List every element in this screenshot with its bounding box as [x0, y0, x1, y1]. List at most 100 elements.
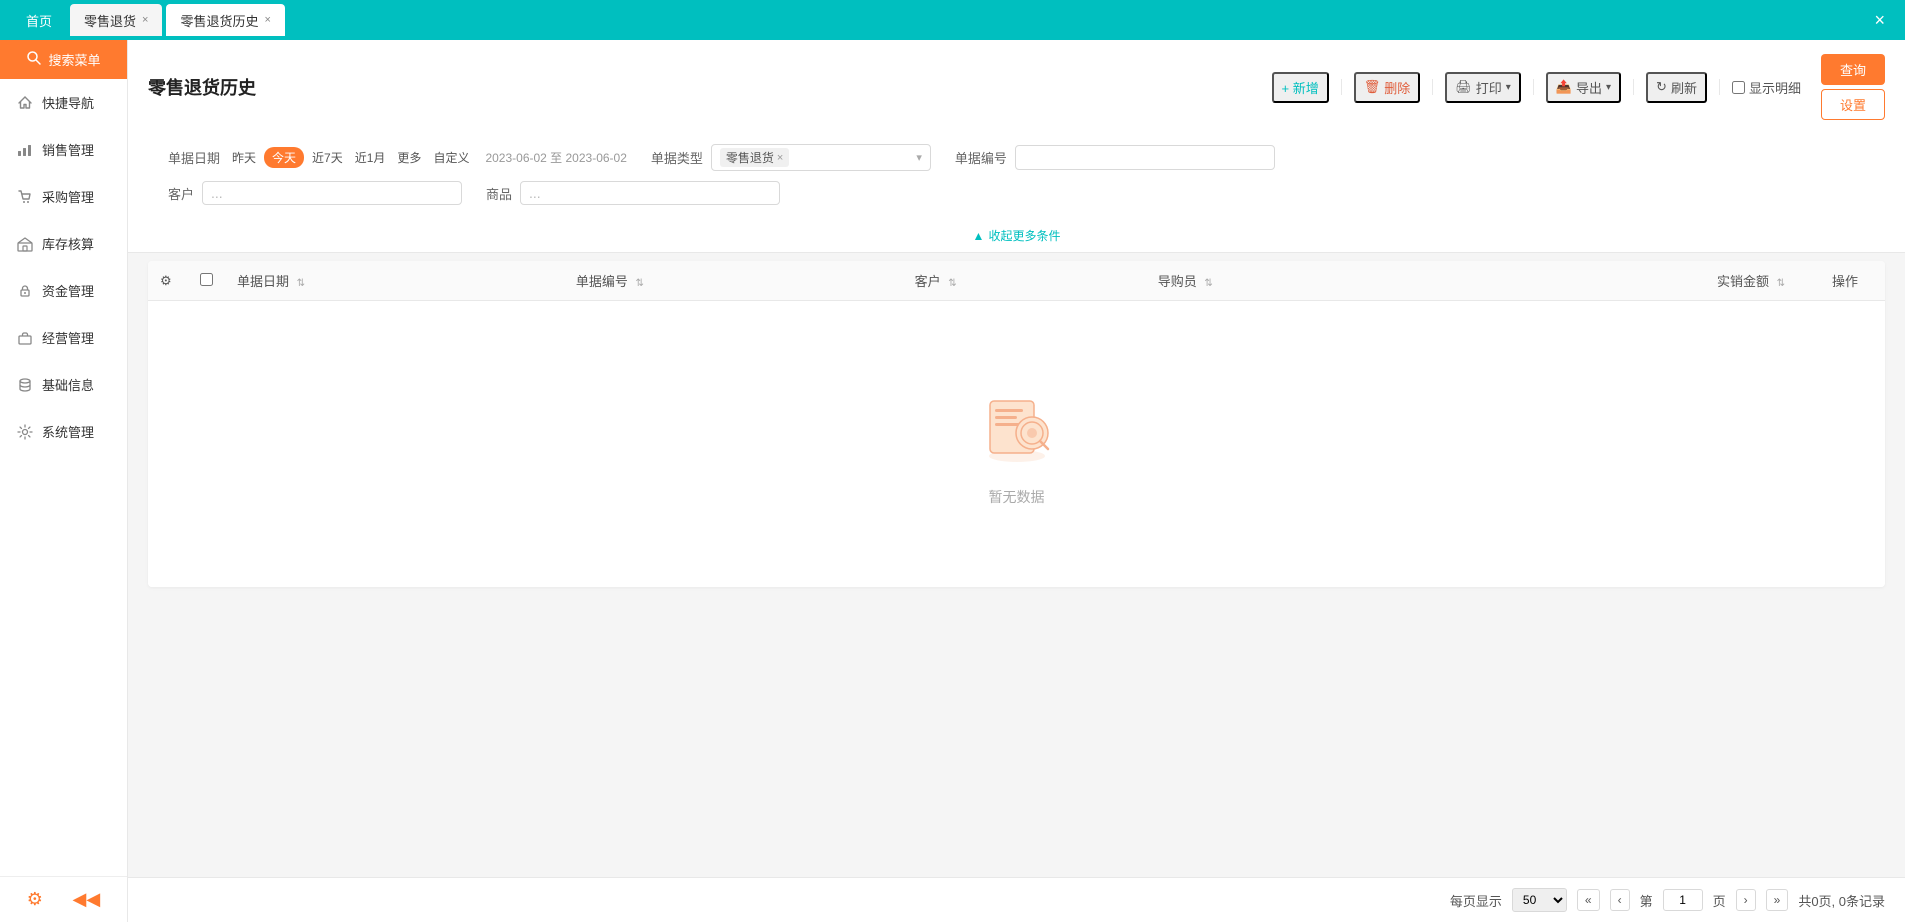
- page-label: 第: [1640, 891, 1653, 910]
- sidebar-item-basic-info-label: 基础信息: [42, 375, 94, 394]
- empty-state: 暂无数据: [148, 301, 1885, 587]
- filter-area: 单据日期 昨天 今天 近7天 近1月 更多 自定义 2023-06-02 至 2…: [148, 132, 1885, 223]
- query-button[interactable]: 查询: [1821, 54, 1885, 85]
- new-button[interactable]: + 新增: [1272, 72, 1329, 103]
- collapse-button[interactable]: ▲ 收起更多条件: [973, 227, 1061, 244]
- prev-page-btn[interactable]: ‹: [1610, 889, 1630, 911]
- tab-home-label: 首页: [26, 11, 52, 30]
- th-guide-sort-icon: ⇅: [1204, 278, 1212, 289]
- page-input[interactable]: [1663, 889, 1703, 911]
- customer-select[interactable]: ...: [202, 181, 462, 205]
- page-title: 零售退货历史: [148, 74, 256, 100]
- th-action: 操作: [1805, 261, 1885, 301]
- tab-retail-return-history[interactable]: 零售退货历史 ×: [166, 4, 284, 36]
- show-detail-text: 显示明细: [1749, 78, 1801, 97]
- empty-text: 暂无数据: [989, 487, 1045, 507]
- empty-state-row: 暂无数据: [148, 301, 1885, 588]
- th-number-label: 单据编号: [576, 274, 628, 289]
- th-amount-sort-icon: ⇅: [1777, 278, 1785, 289]
- th-guide[interactable]: 导购员 ⇅: [1146, 261, 1437, 301]
- table-wrapper: ⚙ 单据日期 ⇅ 单据编号 ⇅: [128, 253, 1905, 877]
- date-btn-7days[interactable]: 近7天: [308, 147, 347, 168]
- window-close-btn[interactable]: ×: [1866, 6, 1893, 35]
- per-page-select[interactable]: 50 10 20 100: [1512, 888, 1567, 912]
- empty-illustration: [972, 381, 1062, 471]
- th-customer[interactable]: 客户 ⇅: [903, 261, 1146, 301]
- doc-type-tag-close[interactable]: ×: [777, 152, 783, 164]
- date-filter-label: 单据日期: [168, 148, 220, 167]
- sidebar-item-purchase[interactable]: 采购管理: [0, 173, 127, 220]
- settings-icon: ⚙: [160, 273, 172, 288]
- th-amount[interactable]: 实销金额 ⇅: [1437, 261, 1805, 301]
- date-btn-today[interactable]: 今天: [264, 147, 304, 168]
- sidebar-search[interactable]: 搜索菜单: [0, 40, 127, 79]
- tab-home[interactable]: 首页: [12, 4, 66, 36]
- top-bar: 首页 零售退货 × 零售退货历史 × ×: [0, 0, 1905, 40]
- data-table: ⚙ 单据日期 ⇅ 单据编号 ⇅: [148, 261, 1885, 587]
- sidebar-item-operations-label: 经营管理: [42, 328, 94, 347]
- gear-icon: [16, 423, 34, 441]
- sidebar-item-finance[interactable]: 资金管理: [0, 267, 127, 314]
- last-page-btn[interactable]: »: [1766, 889, 1789, 911]
- export-button[interactable]: 📤 导出 ▾: [1546, 72, 1621, 103]
- th-number-sort-icon: ⇅: [635, 278, 643, 289]
- select-all-checkbox[interactable]: [200, 273, 213, 286]
- date-btn-custom[interactable]: 自定义: [429, 147, 473, 168]
- th-date-sort-icon: ⇅: [297, 278, 305, 289]
- tab-retail-return[interactable]: 零售退货 ×: [70, 4, 162, 36]
- refresh-label: 刷新: [1671, 78, 1697, 97]
- tab-retail-return-label: 零售退货: [84, 11, 136, 30]
- doc-type-select[interactable]: 零售退货 × ▾: [711, 144, 931, 171]
- sidebar-item-system[interactable]: 系统管理: [0, 408, 127, 455]
- sidebar-item-operations[interactable]: 经营管理: [0, 314, 127, 361]
- setting-button[interactable]: 设置: [1821, 89, 1885, 120]
- sidebar-item-sales[interactable]: 销售管理: [0, 126, 127, 173]
- sidebar-item-quick-nav[interactable]: 快捷导航: [0, 79, 127, 126]
- settings-icon[interactable]: ⚙: [27, 889, 43, 910]
- delete-icon: 🗑: [1364, 79, 1381, 95]
- delete-label: 删除: [1384, 78, 1410, 97]
- chart-icon: [16, 141, 34, 159]
- show-detail-checkbox[interactable]: [1732, 81, 1745, 94]
- th-settings[interactable]: ⚙: [148, 261, 188, 301]
- tab-retail-return-history-close[interactable]: ×: [264, 14, 270, 26]
- table-header-row: ⚙ 单据日期 ⇅ 单据编号 ⇅: [148, 261, 1885, 301]
- sidebar-item-basic-info[interactable]: 基础信息: [0, 361, 127, 408]
- warehouse-icon: [16, 235, 34, 253]
- header-actions: + 新增 🗑 删除 🖨 打印 ▾ 📤 导出: [1272, 54, 1886, 120]
- print-button[interactable]: 🖨 打印 ▾: [1445, 72, 1521, 103]
- next-page-btn[interactable]: ›: [1736, 889, 1756, 911]
- sidebar-item-inventory[interactable]: 库存核算: [0, 220, 127, 267]
- sidebar: 搜索菜单 快捷导航 销售管理 采购管理 库存核算: [0, 40, 128, 922]
- sidebar-item-quick-nav-label: 快捷导航: [42, 93, 94, 112]
- date-btn-more[interactable]: 更多: [393, 147, 425, 168]
- th-date-label: 单据日期: [237, 274, 289, 289]
- collapse-row: ▲ 收起更多条件: [148, 223, 1885, 252]
- main-layout: 搜索菜单 快捷导航 销售管理 采购管理 库存核算: [0, 40, 1905, 922]
- th-number[interactable]: 单据编号 ⇅: [564, 261, 903, 301]
- sidebar-item-inventory-label: 库存核算: [42, 234, 94, 253]
- print-label: 打印: [1476, 78, 1502, 97]
- date-range-value: 2023-06-02 至 2023-06-02: [485, 149, 626, 166]
- doc-type-tag: 零售退货 ×: [720, 148, 789, 167]
- first-page-btn[interactable]: «: [1577, 889, 1600, 911]
- doc-type-filter: 单据类型 零售退货 × ▾: [651, 144, 931, 171]
- tab-retail-return-close[interactable]: ×: [142, 14, 148, 26]
- date-filter: 单据日期 昨天 今天 近7天 近1月 更多 自定义 2023-06-02 至 2…: [168, 147, 627, 168]
- briefcase-icon: [16, 329, 34, 347]
- th-date[interactable]: 单据日期 ⇅: [225, 261, 564, 301]
- delete-button[interactable]: 🗑 删除: [1354, 72, 1421, 103]
- date-btn-yesterday[interactable]: 昨天: [228, 147, 260, 168]
- doc-number-label: 单据编号: [955, 148, 1007, 167]
- refresh-button[interactable]: ↻ 刷新: [1646, 72, 1707, 103]
- sidebar-search-label: 搜索菜单: [48, 50, 100, 69]
- date-btn-1month[interactable]: 近1月: [351, 147, 390, 168]
- customer-label: 客户: [168, 184, 194, 203]
- goods-label: 商品: [486, 184, 512, 203]
- goods-select[interactable]: ...: [520, 181, 780, 205]
- audio-icon[interactable]: ◀◀: [73, 889, 101, 910]
- empty-state-cell: 暂无数据: [148, 301, 1885, 588]
- th-checkbox[interactable]: [188, 261, 225, 301]
- doc-number-input[interactable]: [1015, 145, 1275, 170]
- print-dropdown-icon: ▾: [1506, 82, 1511, 93]
